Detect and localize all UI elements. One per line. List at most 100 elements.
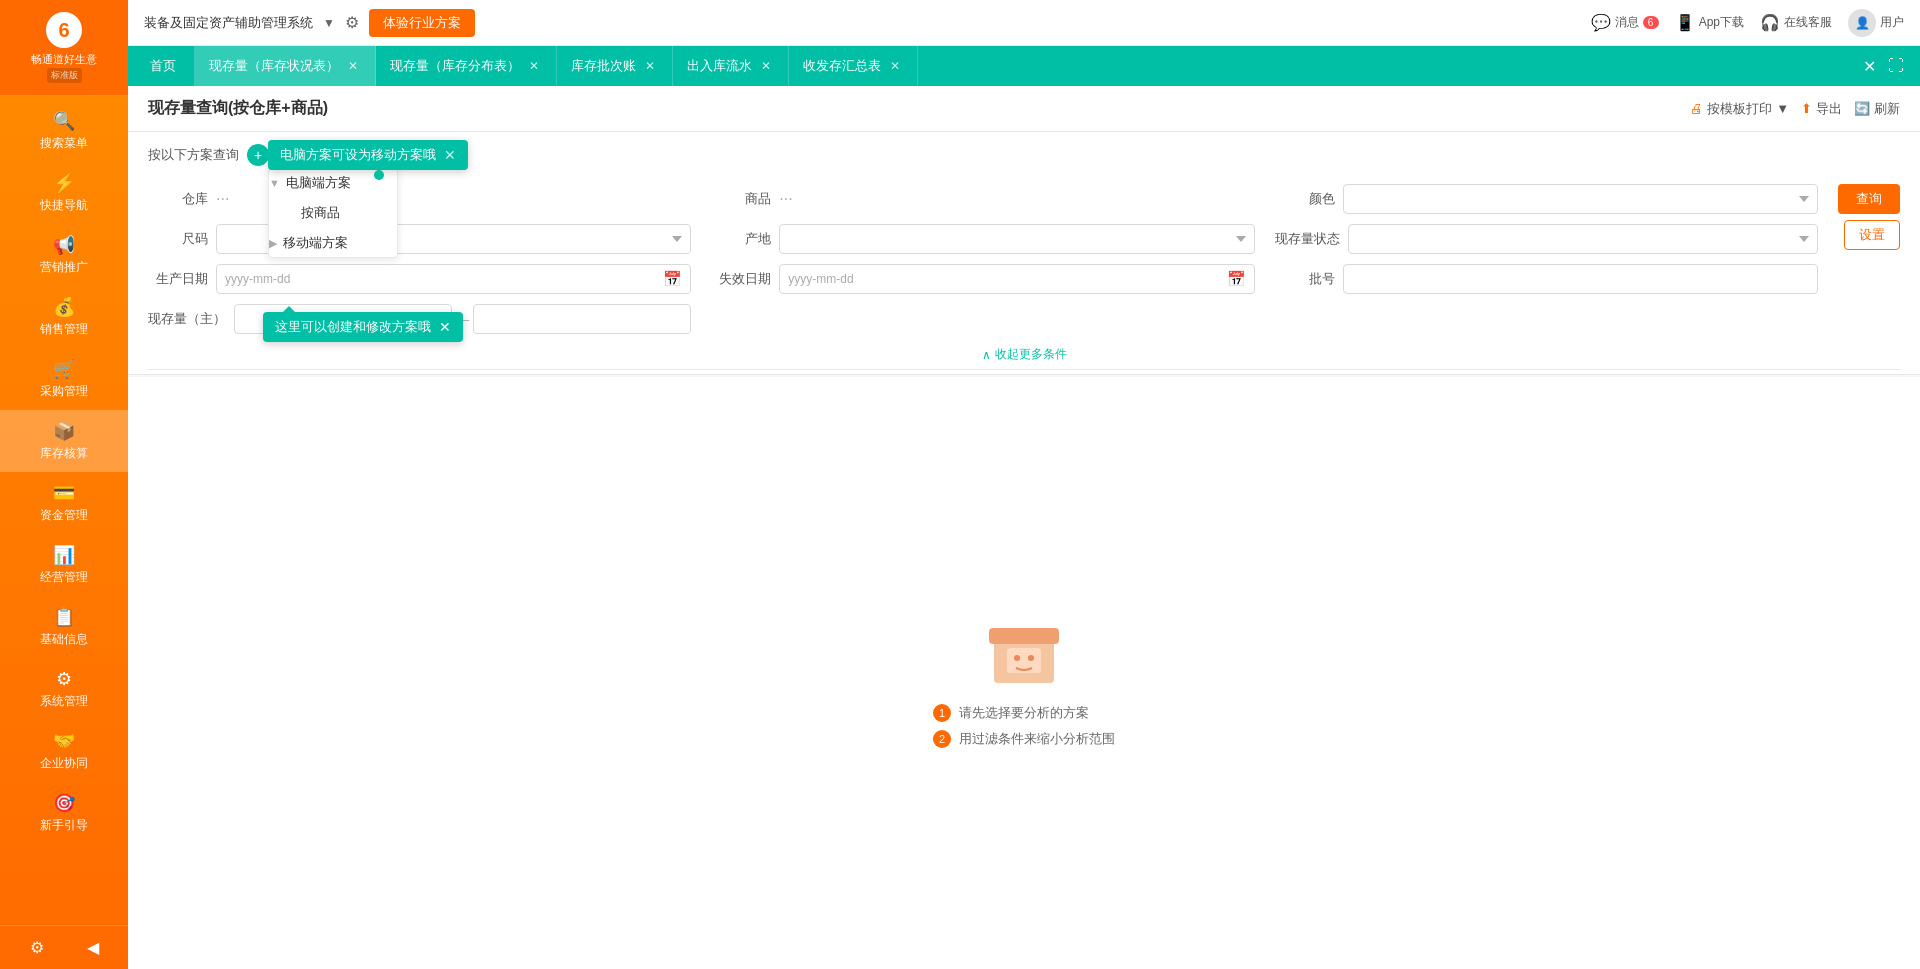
operation-icon: 📊 xyxy=(53,544,75,566)
empty-illustration: 1 请先选择要分析的方案 2 用过滤条件来缩小分析范围 xyxy=(933,598,1115,748)
sidebar-item-label: 营销推广 xyxy=(40,259,88,276)
tab-batch-account[interactable]: 库存批次账 ✕ xyxy=(557,46,673,86)
sidebar-item-enterprise[interactable]: 🤝 企业协同 xyxy=(0,720,128,782)
sidebar-item-stock[interactable]: 📦 库存核算 xyxy=(0,410,128,472)
sidebar-item-system[interactable]: ⚙ 系统管理 xyxy=(0,658,128,720)
tab-recv-summary[interactable]: 收发存汇总表 ✕ xyxy=(789,46,918,86)
filter-stock-status: 现存量状态 xyxy=(1275,224,1818,254)
print-icon: 🖨 xyxy=(1690,101,1703,116)
warehouse-ellipsis[interactable]: ··· xyxy=(216,190,229,208)
collapse-label: 收起更多条件 xyxy=(995,346,1067,363)
filter-goods: 商品 ··· xyxy=(711,184,1254,214)
origin-select[interactable] xyxy=(779,224,1254,254)
top-header: 装备及固定资产辅助管理系统 ▼ ⚙ 体验行业方案 💬 消息 6 📱 App下载 … xyxy=(128,0,1920,46)
sidebar-item-search[interactable]: 🔍 搜索菜单 xyxy=(0,100,128,162)
prod-date-range: yyyy-mm-dd 📅 xyxy=(216,264,691,294)
tab-in-out-flow[interactable]: 出入库流水 ✕ xyxy=(673,46,789,86)
tab-stock-dist-close[interactable]: ✕ xyxy=(526,58,542,74)
message-action[interactable]: 💬 消息 6 xyxy=(1591,13,1659,32)
sidebar-settings-btn[interactable]: ⚙ xyxy=(26,934,48,961)
export-label: 导出 xyxy=(1816,100,1842,118)
trial-btn[interactable]: 体验行业方案 xyxy=(369,9,475,37)
expire-date-range: yyyy-mm-dd 📅 xyxy=(779,264,1254,294)
prod-date-label: 生产日期 xyxy=(148,270,208,288)
dot-indicator xyxy=(374,170,384,180)
empty-step-2: 2 用过滤条件来缩小分析范围 xyxy=(933,730,1115,748)
sidebar-bottom: ⚙ ◀ xyxy=(0,925,128,969)
refresh-label: 刷新 xyxy=(1874,100,1900,118)
search-btn[interactable]: 查询 xyxy=(1838,184,1900,214)
tab-in-out-flow-close[interactable]: ✕ xyxy=(758,58,774,74)
purchase-icon: 🛒 xyxy=(53,358,75,380)
calendar-icon-2: 📅 xyxy=(1227,270,1246,288)
sidebar-item-quick-nav[interactable]: ⚡ 快捷导航 xyxy=(0,162,128,224)
mobile-scheme-header[interactable]: ▶ 移动端方案 xyxy=(269,229,397,257)
filter-origin: 产地 xyxy=(711,224,1254,254)
stock-qty-max[interactable] xyxy=(473,304,691,334)
print-btn[interactable]: 🖨 按模板打印 ▼ xyxy=(1690,100,1789,118)
tab-stock-status[interactable]: 现存量（库存状况表） ✕ xyxy=(195,46,376,86)
expire-date-start[interactable]: yyyy-mm-dd 📅 xyxy=(779,264,1254,294)
sidebar-item-marketing[interactable]: 📢 营销推广 xyxy=(0,224,128,286)
print-dropdown-icon: ▼ xyxy=(1776,101,1789,116)
message-label: 消息 xyxy=(1615,14,1639,31)
tab-batch-account-label: 库存批次账 xyxy=(571,57,636,75)
collapse-bar[interactable]: ∧ 收起更多条件 xyxy=(148,340,1900,370)
sidebar-nav: 🔍 搜索菜单 ⚡ 快捷导航 📢 营销推广 💰 销售管理 🛒 采购管理 📦 库存核… xyxy=(0,100,128,925)
filter-warehouse: 仓库 ··· xyxy=(148,184,691,214)
tab-recv-summary-label: 收发存汇总表 xyxy=(803,57,881,75)
enterprise-icon: 🤝 xyxy=(53,730,75,752)
sidebar-item-basic-info[interactable]: 📋 基础信息 xyxy=(0,596,128,658)
tooltip-close-btn[interactable]: ✕ xyxy=(439,319,451,335)
user-action[interactable]: 👤 用户 xyxy=(1848,9,1904,37)
refresh-btn[interactable]: 🔄 刷新 xyxy=(1854,100,1900,118)
export-icon: ⬆ xyxy=(1801,101,1812,116)
scheme-popup-close-btn[interactable]: ✕ xyxy=(444,147,456,163)
tab-stock-dist-label: 现存量（库存分布表） xyxy=(390,57,520,75)
header-settings-icon[interactable]: ⚙ xyxy=(345,13,359,32)
empty-illustration-svg xyxy=(979,598,1069,688)
header-right: 💬 消息 6 📱 App下载 🎧 在线客服 👤 用户 xyxy=(1591,9,1904,37)
export-btn[interactable]: ⬆ 导出 xyxy=(1801,100,1842,118)
tab-bar: 首页 现存量（库存状况表） ✕ 现存量（库存分布表） ✕ 库存批次账 ✕ 出入库… xyxy=(128,46,1920,86)
sidebar-item-finance[interactable]: 💳 资金管理 xyxy=(0,472,128,534)
sidebar-item-sales[interactable]: 💰 销售管理 xyxy=(0,286,128,348)
sidebar: 6 畅通道好生意 标准版 🔍 搜索菜单 ⚡ 快捷导航 📢 营销推广 💰 销售管理… xyxy=(0,0,128,969)
scheme-item-goods[interactable]: 按商品 xyxy=(289,197,397,229)
sidebar-item-guide[interactable]: 🎯 新手引导 xyxy=(0,782,128,844)
refresh-icon: 🔄 xyxy=(1854,101,1870,116)
tab-batch-account-close[interactable]: ✕ xyxy=(642,58,658,74)
system-name: 装备及固定资产辅助管理系统 xyxy=(144,14,313,32)
scheme-item-label: 按商品 xyxy=(301,204,340,222)
color-select[interactable] xyxy=(1343,184,1818,214)
tab-close-all-btn[interactable]: ✕ xyxy=(1859,53,1880,80)
sidebar-collapse-btn[interactable]: ◀ xyxy=(83,934,103,961)
sidebar-item-label: 快捷导航 xyxy=(40,197,88,214)
sidebar-item-purchase[interactable]: 🛒 采购管理 xyxy=(0,348,128,410)
sidebar-item-operation[interactable]: 📊 经营管理 xyxy=(0,534,128,596)
prod-date-start[interactable]: yyyy-mm-dd 📅 xyxy=(216,264,691,294)
basic-info-icon: 📋 xyxy=(53,606,75,628)
size-label: 尺码 xyxy=(148,230,208,248)
page-title: 现存量查询(按仓库+商品) xyxy=(148,98,328,119)
tab-expand-btn[interactable]: ⛶ xyxy=(1884,53,1908,79)
online-service-action[interactable]: 🎧 在线客服 xyxy=(1760,13,1832,32)
tab-stock-status-close[interactable]: ✕ xyxy=(345,58,361,74)
guide-icon: 🎯 xyxy=(53,792,75,814)
header-dropdown[interactable]: ▼ xyxy=(323,16,335,30)
batch-input[interactable] xyxy=(1343,264,1818,294)
setting-btn[interactable]: 设置 xyxy=(1844,220,1900,250)
tab-home[interactable]: 首页 xyxy=(132,46,195,86)
tab-recv-summary-close[interactable]: ✕ xyxy=(887,58,903,74)
filter-prod-date: 生产日期 yyyy-mm-dd 📅 xyxy=(148,264,691,294)
tab-stock-dist[interactable]: 现存量（库存分布表） ✕ xyxy=(376,46,557,86)
stock-status-select[interactable] xyxy=(1348,224,1818,254)
filter-size: 尺码 xyxy=(148,224,691,254)
sidebar-item-label: 系统管理 xyxy=(40,693,88,710)
app-download-action[interactable]: 📱 App下载 xyxy=(1675,13,1744,32)
goods-ellipsis[interactable]: ··· xyxy=(779,190,792,208)
svg-point-3 xyxy=(1014,655,1020,661)
tab-home-label: 首页 xyxy=(150,57,176,75)
step-num-1: 1 xyxy=(933,704,951,722)
empty-steps: 1 请先选择要分析的方案 2 用过滤条件来缩小分析范围 xyxy=(933,704,1115,748)
